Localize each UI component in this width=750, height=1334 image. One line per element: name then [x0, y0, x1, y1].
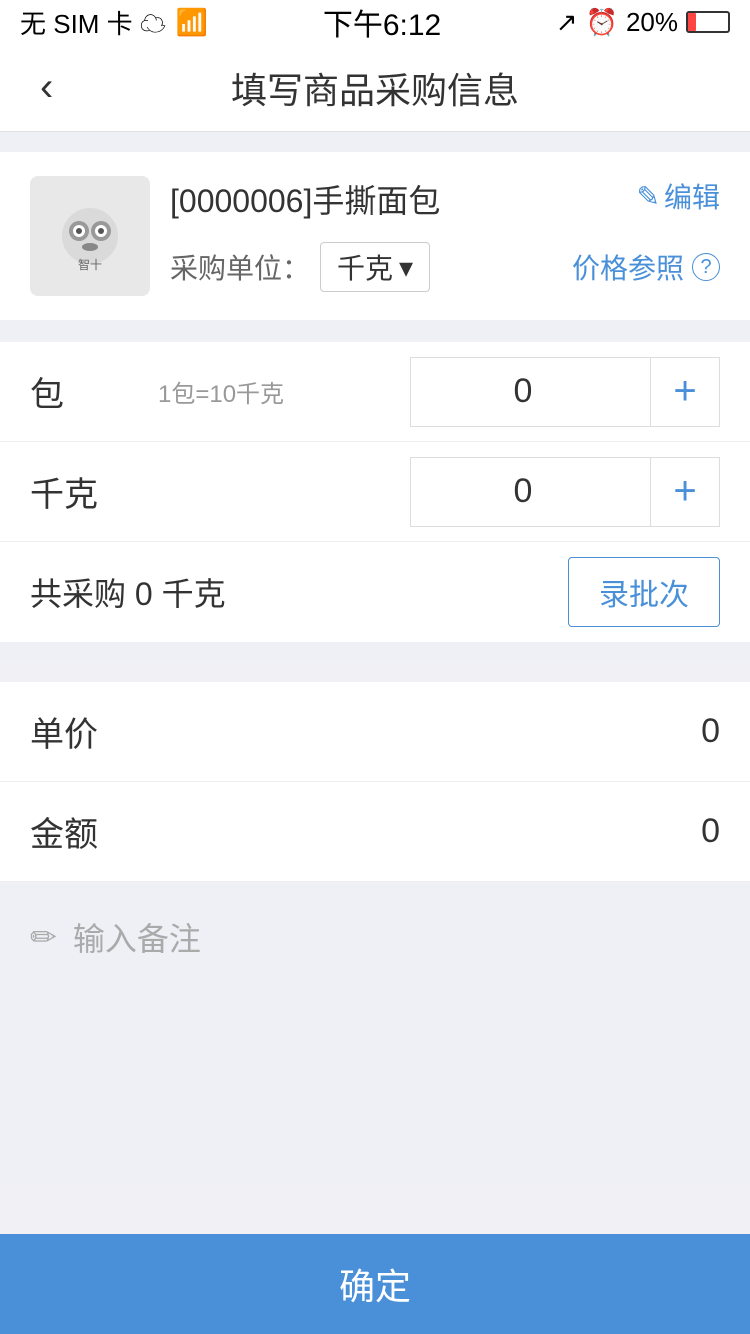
- remark-input-area[interactable]: ✏ 输入备注: [30, 914, 720, 960]
- record-batch-button[interactable]: 录批次: [568, 557, 720, 627]
- battery-icon: [686, 11, 730, 33]
- unit-price-row: 单价 0: [0, 682, 750, 782]
- unit-price-label: 单价: [30, 707, 98, 756]
- svg-text:智十: 智十: [78, 257, 102, 271]
- page-title: 填写商品采购信息: [231, 62, 519, 114]
- unit-label: 采购单位： 千克 ▾: [170, 242, 430, 292]
- remark-section: ✏ 输入备注: [0, 884, 750, 1184]
- unit-price-value: 0: [701, 712, 720, 751]
- confirm-label: 确定: [339, 1258, 411, 1310]
- summary-text: 共采购 0 千克: [30, 569, 226, 615]
- package-label: 包: [30, 367, 150, 416]
- product-info: [0000006]手撕面包 ✎ 编辑 采购单位： 千克 ▾ 价格参照 ?: [170, 176, 720, 292]
- price-ref-button[interactable]: 价格参照 ?: [572, 247, 720, 287]
- input-section: 包 1包=10千克 + 千克 +: [0, 342, 750, 542]
- status-bar: 无 SIM 卡 ☁ 📶 下午6:12 ↗ ⏰ 20%: [0, 0, 750, 44]
- location-icon: ↗: [556, 7, 578, 38]
- status-left: 无 SIM 卡 ☁ 📶: [20, 4, 208, 41]
- kg-quantity-input[interactable]: [410, 457, 650, 527]
- pencil-icon: ✏: [30, 918, 57, 956]
- product-image: 智十: [30, 176, 150, 296]
- kg-input-right: +: [410, 457, 720, 527]
- price-info-section: 单价 0 金额 0: [0, 682, 750, 882]
- package-sublabel: 1包=10千克: [158, 374, 284, 409]
- remark-placeholder: 输入备注: [73, 914, 201, 960]
- product-header: [0000006]手撕面包 ✎ 编辑: [170, 176, 720, 222]
- amount-label: 金额: [30, 807, 98, 856]
- kg-label: 千克: [30, 467, 150, 516]
- product-name: [0000006]手撕面包: [170, 176, 440, 222]
- kg-plus-button[interactable]: +: [650, 457, 720, 527]
- edit-icon: ✎: [637, 180, 660, 213]
- battery-percent: 20%: [626, 7, 678, 38]
- dropdown-icon: ▾: [399, 251, 413, 284]
- alarm-icon: ⏰: [586, 7, 618, 38]
- nav-bar: ‹ 填写商品采购信息: [0, 44, 750, 132]
- package-plus-button[interactable]: +: [650, 357, 720, 427]
- unit-select[interactable]: 千克 ▾: [320, 242, 430, 292]
- product-thumbnail: 智十: [55, 201, 125, 271]
- amount-row: 金额 0: [0, 782, 750, 882]
- package-quantity-input[interactable]: [410, 357, 650, 427]
- status-time: 下午6:12: [323, 0, 441, 44]
- info-divider: [0, 642, 750, 662]
- kg-input-row: 千克 +: [0, 442, 750, 542]
- product-card: 智十 [0000006]手撕面包 ✎ 编辑 采购单位： 千克 ▾ 价格参照: [0, 152, 750, 320]
- top-divider: [0, 132, 750, 152]
- summary-row: 共采购 0 千克 录批次: [0, 542, 750, 642]
- back-button[interactable]: ‹: [30, 55, 63, 120]
- middle-divider: [0, 320, 750, 340]
- status-right: ↗ ⏰ 20%: [556, 7, 730, 38]
- info-circle-icon: ?: [692, 253, 720, 281]
- sim-label: 无 SIM 卡 ☁: [20, 4, 166, 41]
- amount-value: 0: [701, 812, 720, 851]
- product-unit-row: 采购单位： 千克 ▾ 价格参照 ?: [170, 242, 720, 292]
- package-input-row: 包 1包=10千克 +: [0, 342, 750, 442]
- wifi-icon: 📶: [176, 7, 208, 38]
- package-input-right: +: [410, 357, 720, 427]
- edit-button[interactable]: ✎ 编辑: [637, 176, 720, 216]
- confirm-button[interactable]: 确定: [0, 1234, 750, 1334]
